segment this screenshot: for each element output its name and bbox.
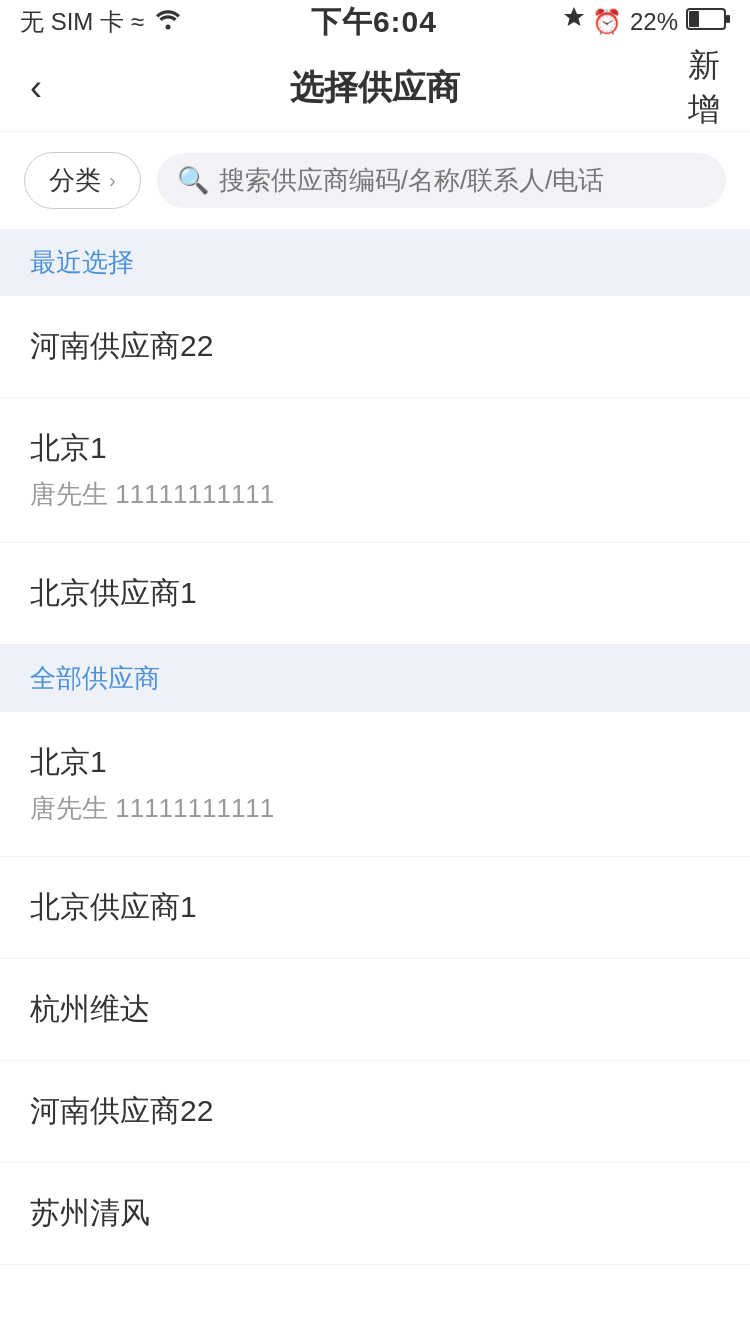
item-name: 北京1 — [30, 742, 720, 783]
item-contact: 唐先生 11111111111 — [30, 477, 720, 512]
list-item[interactable]: 北京供应商1 — [0, 543, 750, 645]
alarm-icon: ⏰ — [592, 8, 622, 36]
chevron-right-icon: › — [109, 169, 116, 192]
list-item[interactable]: 北京供应商1 — [0, 857, 750, 959]
nav-bar: ‹ 选择供应商 新增 — [0, 44, 750, 132]
list-item[interactable]: 北京1 唐先生 11111111111 — [0, 712, 750, 857]
item-contact: 唐先生 11111111111 — [30, 791, 720, 826]
item-name: 北京供应商1 — [30, 573, 720, 614]
svg-point-0 — [165, 25, 170, 30]
recent-section-header: 最近选择 — [0, 229, 750, 296]
location-icon — [564, 7, 584, 37]
new-button[interactable]: 新增 — [660, 44, 720, 132]
recent-list: 河南供应商22 北京1 唐先生 11111111111 北京供应商1 — [0, 296, 750, 645]
all-section-label: 全部供应商 — [30, 663, 160, 693]
filter-bar: 分类 › 🔍 — [0, 132, 750, 229]
all-list: 北京1 唐先生 11111111111 北京供应商1 杭州维达 河南供应商22 … — [0, 712, 750, 1265]
item-name: 河南供应商22 — [30, 326, 720, 367]
item-name: 河南供应商22 — [30, 1091, 720, 1132]
sim-text: 无 SIM 卡 ≈ — [20, 6, 144, 38]
search-input[interactable] — [219, 165, 706, 196]
item-name: 北京供应商1 — [30, 887, 720, 928]
list-item[interactable]: 苏州清风 — [0, 1163, 750, 1265]
search-icon: 🔍 — [177, 165, 209, 196]
battery-icon — [686, 8, 730, 36]
category-button[interactable]: 分类 › — [24, 152, 141, 209]
category-label: 分类 — [49, 163, 101, 198]
nav-title: 选择供应商 — [90, 65, 660, 111]
status-bar: 无 SIM 卡 ≈ 下午6:04 ⏰ 22% — [0, 0, 750, 44]
status-time: 下午6:04 — [311, 2, 437, 43]
item-name: 杭州维达 — [30, 989, 720, 1030]
battery-text: 22% — [630, 8, 678, 36]
search-bar: 🔍 — [157, 153, 726, 208]
item-name: 苏州清风 — [30, 1193, 720, 1234]
list-item[interactable]: 北京1 唐先生 11111111111 — [0, 398, 750, 543]
recent-section-label: 最近选择 — [30, 247, 134, 277]
status-left: 无 SIM 卡 ≈ — [20, 6, 184, 38]
svg-rect-3 — [726, 15, 730, 23]
list-item[interactable]: 河南供应商22 — [0, 1061, 750, 1163]
back-button[interactable]: ‹ — [30, 67, 90, 109]
list-item[interactable]: 杭州维达 — [0, 959, 750, 1061]
all-section-header: 全部供应商 — [0, 645, 750, 712]
status-right: ⏰ 22% — [564, 7, 730, 37]
list-item[interactable]: 河南供应商22 — [0, 296, 750, 398]
wifi-icon — [152, 8, 184, 36]
item-name: 北京1 — [30, 428, 720, 469]
svg-rect-2 — [689, 11, 699, 27]
